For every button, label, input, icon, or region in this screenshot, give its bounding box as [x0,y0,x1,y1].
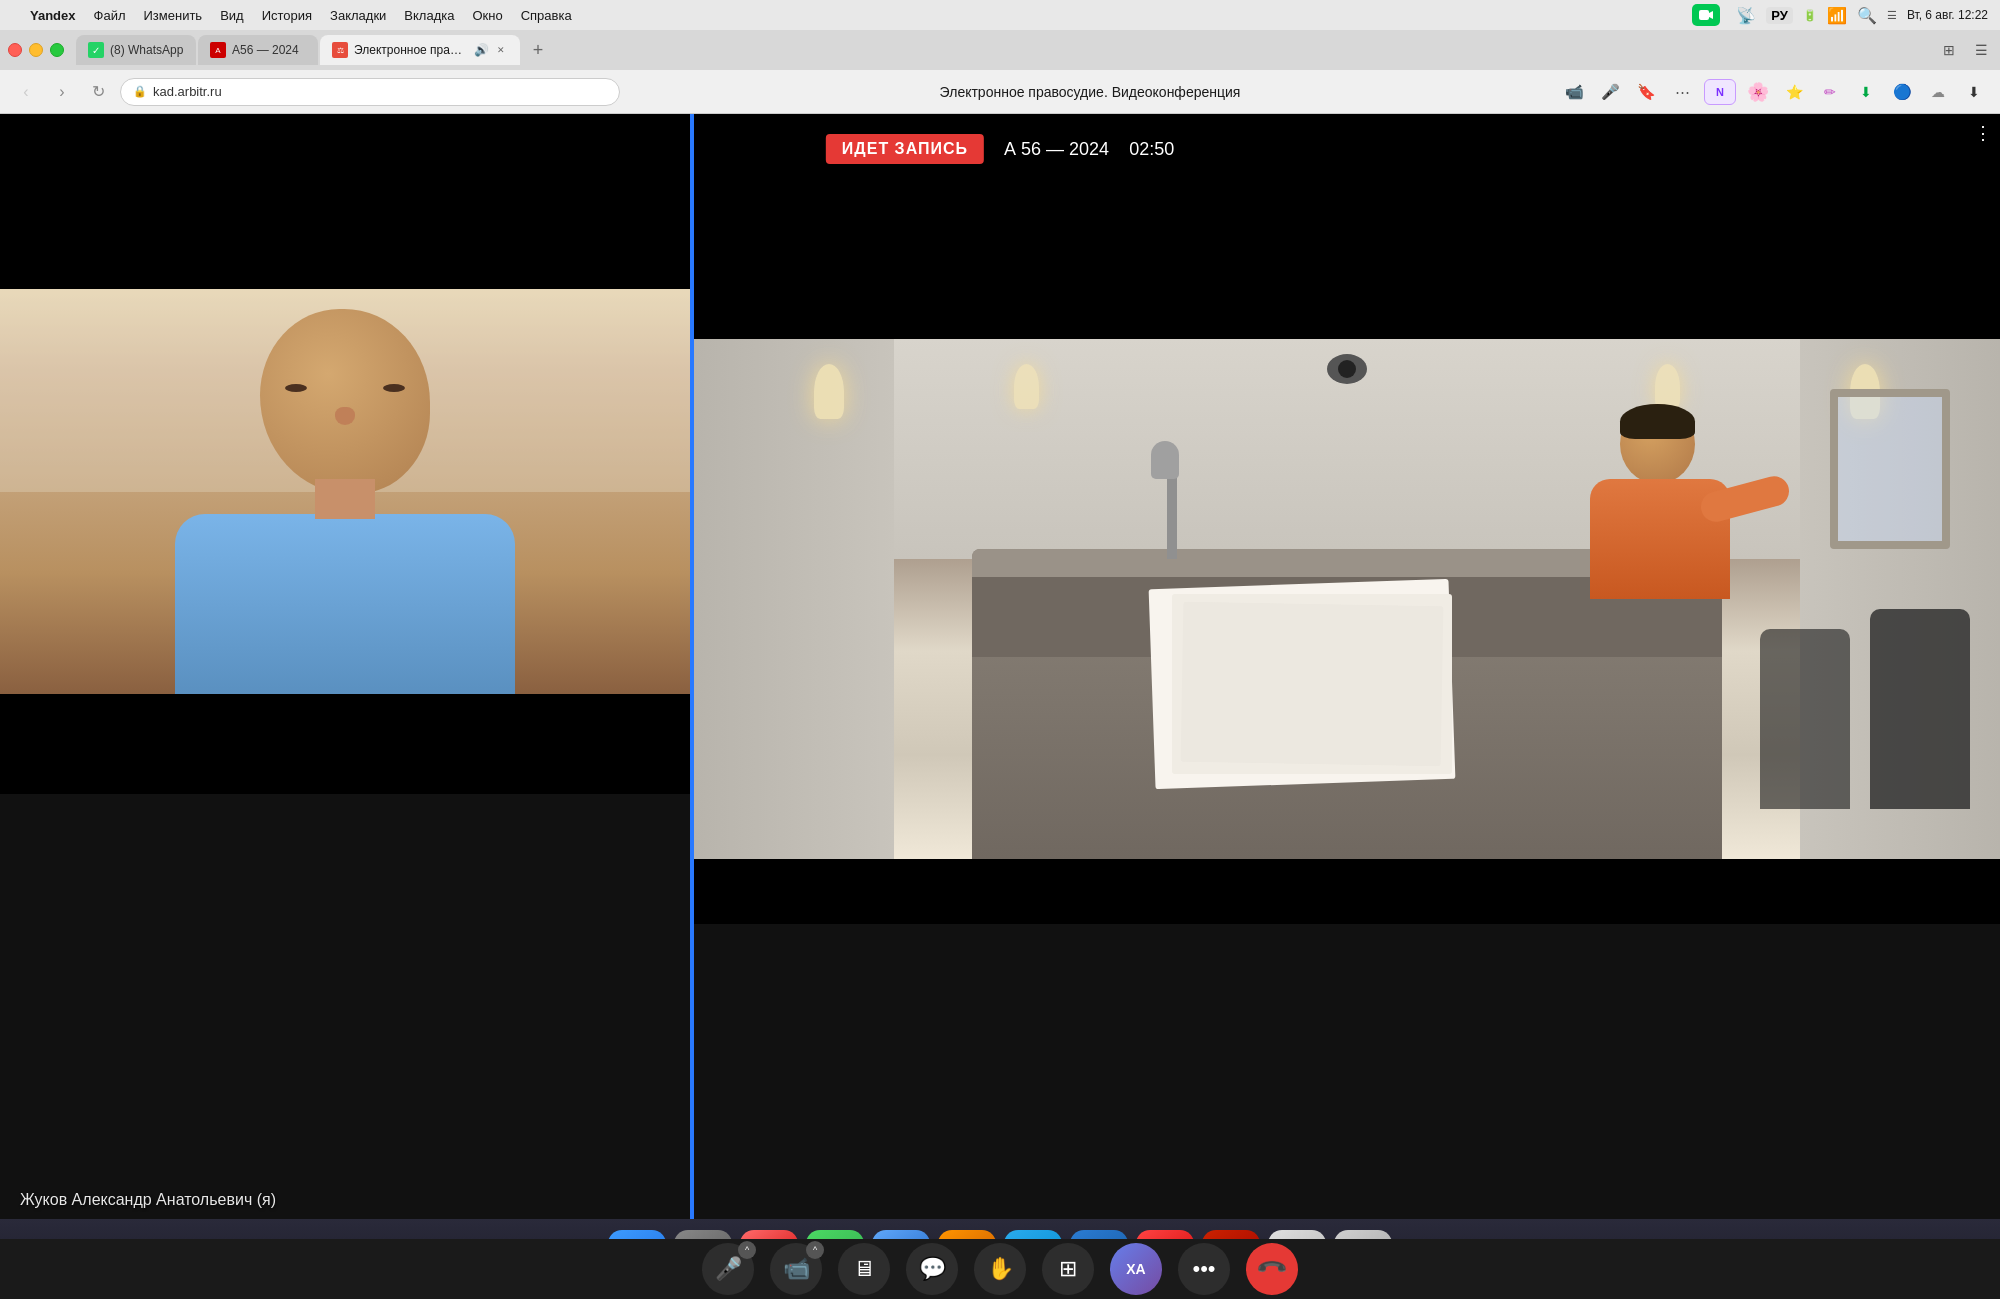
videoconf-favicon: ⚖ [332,42,348,58]
menu-window[interactable]: Окно [472,8,502,23]
avatar-button[interactable]: ХА [1110,1243,1162,1295]
ext-dl-btn[interactable]: ⬇ [1960,78,1988,106]
traffic-lights [8,43,64,57]
svg-rect-0 [1699,10,1709,20]
wifi-icon: 📡 [1736,6,1756,25]
reload-button[interactable]: ↻ [84,78,112,106]
ext-pencil-button[interactable]: ✏ [1816,78,1844,106]
datetime-display: Вт, 6 авг. 12:22 [1907,8,1988,22]
grid-view-button[interactable]: ⊞ [1042,1243,1094,1295]
courtroom-video [694,339,2000,859]
end-call-icon: 📞 [1255,1252,1290,1287]
search-menu-icon[interactable]: 🔍 [1857,6,1877,25]
tab-menu-button[interactable]: ☰ [1970,39,1992,61]
mic-button[interactable]: 🎤 ^ [702,1243,754,1295]
ext-blue-btn[interactable]: 🔵 [1888,78,1916,106]
video-panels: Жуков Александр Анатольевич (я) [0,114,2000,1299]
tab-arbitr[interactable]: А А56 — 2024 [198,35,318,65]
menu-history[interactable]: История [262,8,312,23]
avatar-initials: ХА [1126,1261,1145,1277]
app-name[interactable]: Yandex [30,8,76,23]
camera-button[interactable]: 📹 ^ [770,1243,822,1295]
tab-close-button[interactable]: ✕ [495,43,508,57]
menu-edit[interactable]: Изменить [144,8,203,23]
menu-file[interactable]: Файл [94,8,126,23]
camera-chevron[interactable]: ^ [806,1241,824,1259]
more-conf-button[interactable]: ••• [1178,1243,1230,1295]
conference-timer: 02:50 [1129,139,1174,160]
tab-arbitr-label: А56 — 2024 [232,43,299,57]
ext-n-button[interactable]: N [1704,79,1736,105]
lock-icon: 🔒 [133,85,147,98]
camera-icon: 📹 [783,1256,810,1282]
sidebar-toggle-button[interactable]: ⊞ [1938,39,1960,61]
videoconf-content: Жуков Александр Анатольевич (я) [0,114,2000,1299]
language-indicator: РУ [1766,7,1793,24]
menu-help[interactable]: Справка [521,8,572,23]
wifi-bars: 📶 [1827,6,1847,25]
battery-icon: 🔋 [1803,9,1817,22]
camera-toolbar-btn[interactable]: 📹 [1560,78,1588,106]
address-input[interactable]: 🔒 kad.arbitr.ru [120,78,620,106]
menu-tab[interactable]: Вкладка [404,8,454,23]
close-window-button[interactable] [8,43,22,57]
mic-toolbar-btn[interactable]: 🎤 [1596,78,1624,106]
mic-icon: 🎤 [715,1256,742,1282]
app-window: Yandex Файл Изменить Вид История Закладк… [0,0,2000,1299]
back-button[interactable]: ‹ [12,78,40,106]
conference-toolbar: 🎤 ^ 📹 ^ 🖥 💬 ✋ ⊞ [0,1239,2000,1299]
tab-whatsapp[interactable]: ✓ (8) WhatsApp [76,35,196,65]
arbitr-favicon: А [210,42,226,58]
video-panel-right: ⋮ ☆ [694,114,2000,1299]
maximize-window-button[interactable] [50,43,64,57]
toolbar-right: 📹 🎤 🔖 ⋯ N 🌸 ⭐ ✏ ⬇ 🔵 ☁ ⬇ [1560,78,1988,106]
more-toolbar-btn[interactable]: ⋯ [1668,78,1696,106]
end-call-button[interactable]: 📞 [1246,1243,1298,1295]
chat-button[interactable]: 💬 [906,1243,958,1295]
share-icon: 🖥 [853,1256,875,1282]
participant-name-left: Жуков Александр Анатольевич (я) [20,1191,276,1209]
mic-chevron[interactable]: ^ [738,1241,756,1259]
more-icon: ••• [1192,1256,1215,1282]
bookmark-btn[interactable]: 🔖 [1632,78,1660,106]
right-bottom-black [694,859,2000,924]
share-screen-button[interactable]: 🖥 [838,1243,890,1295]
hand-icon: ✋ [987,1256,1014,1282]
page-title: Электронное правосудие. Видеоконференция [628,84,1552,100]
recording-badge[interactable]: ИДЕТ ЗАПИСЬ [826,134,984,164]
browser-chrome: ✓ (8) WhatsApp А А56 — 2024 ⚖ Электронно… [0,30,2000,114]
ext-flower-button[interactable]: 🌸 [1744,78,1772,106]
tab-videoconf[interactable]: ⚖ Электронное право... 🔊 ✕ [320,35,520,65]
chat-icon: 💬 [919,1256,946,1282]
svg-marker-1 [1709,11,1713,19]
left-top-black [0,114,690,289]
tab-videoconf-label: Электронное право... [354,43,466,57]
left-bottom-black [0,694,690,794]
url-display: kad.arbitr.ru [153,84,222,99]
raise-hand-button[interactable]: ✋ [974,1243,1026,1295]
tab-whatsapp-label: (8) WhatsApp [110,43,183,57]
address-bar: ‹ › ↻ 🔒 kad.arbitr.ru Электронное правос… [0,70,2000,114]
menu-view[interactable]: Вид [220,8,244,23]
recording-badge-area: ИДЕТ ЗАПИСЬ А 56 — 2024 02:50 [826,134,1174,164]
whatsapp-favicon: ✓ [88,42,104,58]
facetime-icon[interactable] [1692,4,1720,26]
tab-bar: ✓ (8) WhatsApp А А56 — 2024 ⚖ Электронно… [0,30,2000,70]
ext-download-green-btn[interactable]: ⬇ [1852,78,1880,106]
left-person-video [0,289,690,694]
forward-button[interactable]: › [48,78,76,106]
more-options-button[interactable]: ⋮ [1974,122,1992,144]
menu-right-controls: ☰ [1887,9,1897,22]
ext-cloud-btn[interactable]: ☁ [1924,78,1952,106]
grid-icon: ⊞ [1059,1256,1077,1282]
video-panel-left: Жуков Александр Анатольевич (я) [0,114,690,1299]
menu-bookmarks[interactable]: Закладки [330,8,386,23]
new-tab-button[interactable]: + [524,36,552,64]
ext-star-button[interactable]: ⭐ [1780,78,1808,106]
menu-bar: Yandex Файл Изменить Вид История Закладк… [0,0,2000,30]
case-number: А 56 — 2024 [1004,139,1109,160]
minimize-window-button[interactable] [29,43,43,57]
